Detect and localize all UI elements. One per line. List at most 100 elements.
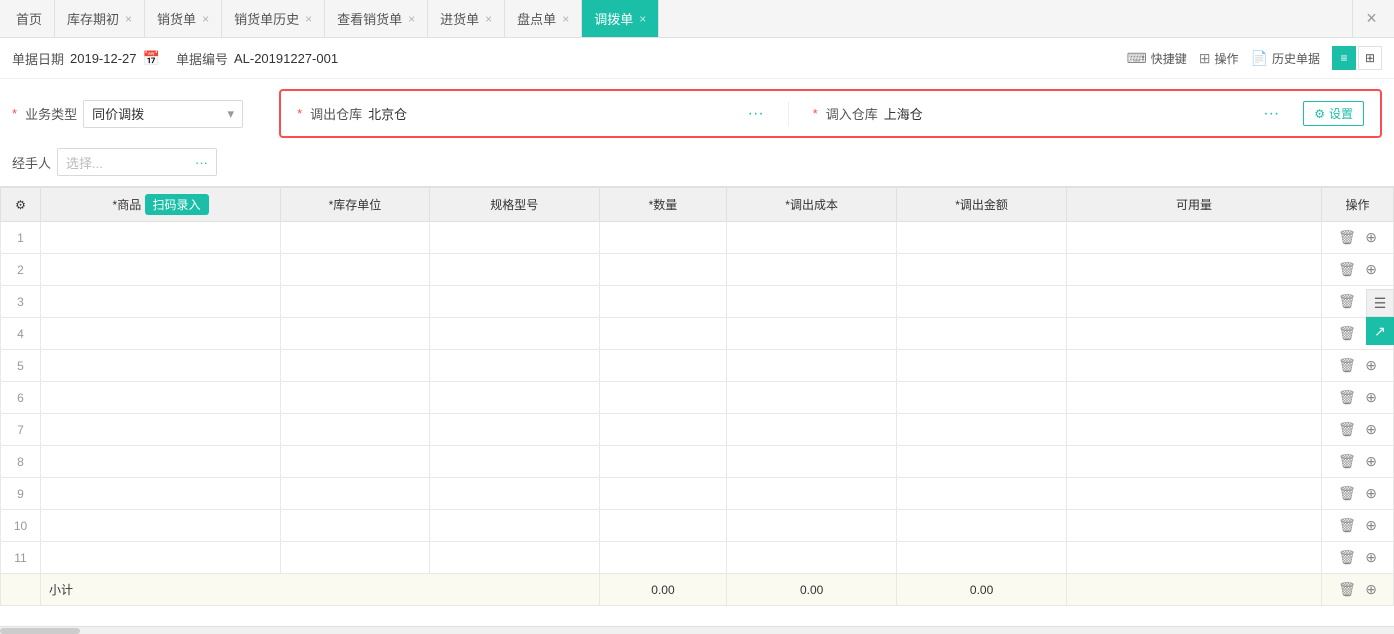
- setting-button[interactable]: ⚙ 设置: [1303, 101, 1364, 126]
- row-cost[interactable]: [727, 254, 897, 286]
- row-qty[interactable]: [599, 350, 726, 382]
- row-cost[interactable]: [727, 478, 897, 510]
- row-cost[interactable]: [727, 286, 897, 318]
- operator-select[interactable]: 选择... ···: [57, 148, 217, 176]
- row-avail[interactable]: [1067, 350, 1322, 382]
- side-list-icon[interactable]: ☰: [1366, 289, 1394, 317]
- row-qty[interactable]: [599, 478, 726, 510]
- row-spec[interactable]: [429, 382, 599, 414]
- row-qty[interactable]: [599, 318, 726, 350]
- tab-transfer-order[interactable]: 调拨单 ×: [582, 0, 659, 37]
- row-spec[interactable]: [429, 446, 599, 478]
- row-delete-icon[interactable]: 🗑: [1338, 549, 1356, 565]
- row-delete-icon[interactable]: 🗑: [1338, 485, 1356, 501]
- row-amount[interactable]: [897, 414, 1067, 446]
- subtotal-delete-icon[interactable]: 🗑: [1338, 581, 1356, 597]
- window-close-button[interactable]: ×: [1352, 0, 1390, 38]
- tab-sales-history[interactable]: 销货单历史 ×: [222, 0, 325, 37]
- operator-more-icon[interactable]: ···: [195, 155, 208, 170]
- row-delete-icon[interactable]: 🗑: [1338, 261, 1356, 277]
- row-amount[interactable]: [897, 318, 1067, 350]
- row-spec[interactable]: [429, 414, 599, 446]
- row-copy-icon[interactable]: ⊕: [1365, 453, 1377, 469]
- row-product[interactable]: [41, 382, 281, 414]
- row-cost[interactable]: [727, 510, 897, 542]
- row-qty[interactable]: [599, 542, 726, 574]
- row-product[interactable]: [41, 350, 281, 382]
- row-amount[interactable]: [897, 350, 1067, 382]
- row-product[interactable]: [41, 510, 281, 542]
- row-avail[interactable]: [1067, 222, 1322, 254]
- tab-close-purchase-order[interactable]: ×: [485, 12, 492, 26]
- row-unit[interactable]: [281, 414, 430, 446]
- row-unit[interactable]: [281, 318, 430, 350]
- shortcut-button[interactable]: ⌨ 快捷键: [1127, 50, 1187, 67]
- row-amount[interactable]: [897, 222, 1067, 254]
- row-delete-icon[interactable]: 🗑: [1338, 421, 1356, 437]
- row-qty[interactable]: [599, 510, 726, 542]
- row-cost[interactable]: [727, 382, 897, 414]
- tab-view-sales[interactable]: 查看销货单 ×: [325, 0, 428, 37]
- row-unit[interactable]: [281, 446, 430, 478]
- tab-close-transfer-order[interactable]: ×: [639, 12, 646, 26]
- row-copy-icon[interactable]: ⊕: [1365, 229, 1377, 245]
- row-delete-icon[interactable]: 🗑: [1338, 453, 1356, 469]
- row-qty[interactable]: [599, 286, 726, 318]
- row-qty[interactable]: [599, 414, 726, 446]
- row-amount[interactable]: [897, 382, 1067, 414]
- row-unit[interactable]: [281, 478, 430, 510]
- row-avail[interactable]: [1067, 382, 1322, 414]
- tab-close-sales-history[interactable]: ×: [305, 12, 312, 26]
- list-view-button[interactable]: ≡: [1332, 46, 1356, 70]
- tab-home[interactable]: 首页: [4, 0, 55, 37]
- warehouse-in-value[interactable]: 上海仓: [884, 104, 923, 123]
- tab-inventory-init[interactable]: 库存期初 ×: [55, 0, 145, 37]
- history-button[interactable]: 📄 历史单据: [1251, 50, 1320, 67]
- row-delete-icon[interactable]: 🗑: [1338, 357, 1356, 373]
- row-spec[interactable]: [429, 286, 599, 318]
- warehouse-out-value[interactable]: 北京仓: [368, 104, 407, 123]
- row-cost[interactable]: [727, 318, 897, 350]
- row-product[interactable]: [41, 318, 281, 350]
- row-qty[interactable]: [599, 382, 726, 414]
- row-avail[interactable]: [1067, 542, 1322, 574]
- row-spec[interactable]: [429, 478, 599, 510]
- row-unit[interactable]: [281, 254, 430, 286]
- row-amount[interactable]: [897, 478, 1067, 510]
- row-delete-icon[interactable]: 🗑: [1338, 389, 1356, 405]
- row-product[interactable]: [41, 542, 281, 574]
- row-qty[interactable]: [599, 254, 726, 286]
- row-avail[interactable]: [1067, 478, 1322, 510]
- row-delete-icon[interactable]: 🗑: [1338, 517, 1356, 533]
- calendar-icon[interactable]: 📅: [143, 50, 160, 67]
- row-spec[interactable]: [429, 350, 599, 382]
- row-cost[interactable]: [727, 446, 897, 478]
- tab-inventory-check[interactable]: 盘点单 ×: [505, 0, 582, 37]
- row-amount[interactable]: [897, 542, 1067, 574]
- horizontal-scrollbar[interactable]: [0, 626, 1394, 634]
- row-unit[interactable]: [281, 510, 430, 542]
- row-spec[interactable]: [429, 542, 599, 574]
- warehouse-out-more-icon[interactable]: ···: [748, 105, 764, 123]
- row-spec[interactable]: [429, 254, 599, 286]
- row-product[interactable]: [41, 286, 281, 318]
- row-qty[interactable]: [599, 222, 726, 254]
- row-avail[interactable]: [1067, 286, 1322, 318]
- row-delete-icon[interactable]: 🗑: [1338, 325, 1356, 341]
- row-product[interactable]: [41, 478, 281, 510]
- row-avail[interactable]: [1067, 446, 1322, 478]
- col-header-gear[interactable]: ⚙: [1, 188, 41, 222]
- business-type-select[interactable]: 同价调拨 ▾: [83, 100, 243, 128]
- row-amount[interactable]: [897, 446, 1067, 478]
- scrollbar-thumb[interactable]: [0, 628, 80, 634]
- row-qty[interactable]: [599, 446, 726, 478]
- row-unit[interactable]: [281, 222, 430, 254]
- row-avail[interactable]: [1067, 414, 1322, 446]
- row-avail[interactable]: [1067, 510, 1322, 542]
- tab-sales-order[interactable]: 销货单 ×: [145, 0, 222, 37]
- row-spec[interactable]: [429, 222, 599, 254]
- tab-close-inventory-init[interactable]: ×: [125, 12, 132, 26]
- tab-close-inventory-check[interactable]: ×: [562, 12, 569, 26]
- row-spec[interactable]: [429, 318, 599, 350]
- row-unit[interactable]: [281, 542, 430, 574]
